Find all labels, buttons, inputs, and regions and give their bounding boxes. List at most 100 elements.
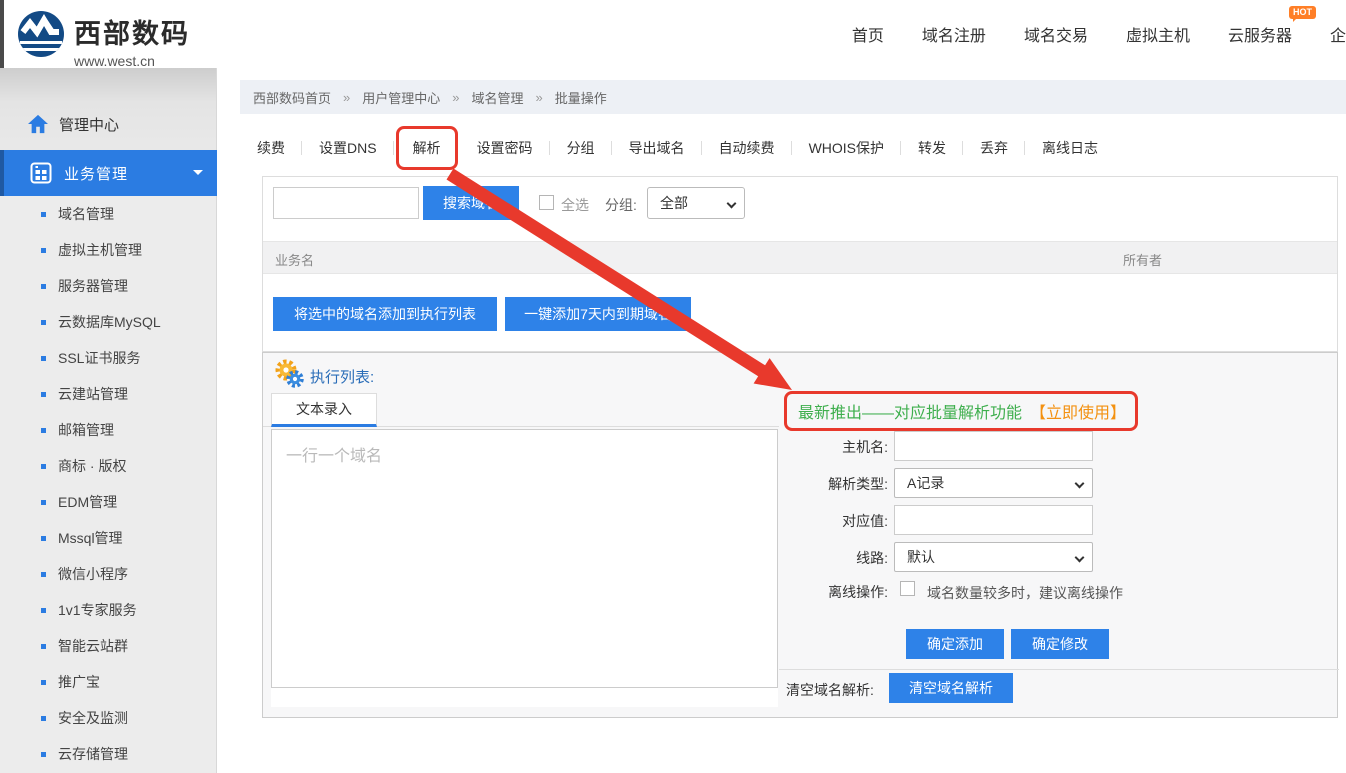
offline-label: 离线操作: — [778, 582, 888, 602]
sidebar-item-virtual-host[interactable]: 虚拟主机管理 — [0, 232, 217, 268]
bullet-dot — [41, 320, 46, 325]
host-input[interactable] — [894, 431, 1093, 461]
chevron-down-icon — [727, 199, 737, 209]
column-owner: 所有者 — [1123, 250, 1162, 269]
bullet-dot — [41, 752, 46, 757]
sidebar-item-security[interactable]: 安全及监测 — [0, 700, 217, 736]
sidebar-item-mysql[interactable]: 云数据库MySQL — [0, 304, 217, 340]
search-domain-button[interactable]: 搜索域名 — [423, 186, 519, 220]
apps-grid-icon — [30, 162, 52, 184]
domain-list-panel: 搜索域名 全选 分组: 全部 业务名 所有者 将选中的域名添加到执行列表 一键添… — [262, 176, 1338, 352]
tab-group[interactable]: 分组 — [550, 124, 612, 172]
tab-text-entry[interactable]: 文本录入 — [271, 393, 377, 427]
tab-discard[interactable]: 丢弃 — [963, 124, 1025, 172]
search-input[interactable] — [273, 187, 419, 219]
chevron-down-icon — [1075, 553, 1085, 563]
group-select[interactable]: 全部 — [647, 187, 745, 219]
sidebar-item-domain[interactable]: 域名管理 — [0, 196, 217, 232]
breadcrumb-home[interactable]: 西部数码首页 — [253, 88, 331, 107]
tab-auto-renew[interactable]: 自动续费 — [702, 124, 792, 172]
confirm-modify-button[interactable]: 确定修改 — [1011, 629, 1109, 659]
promo-use-now-link[interactable]: 【立即使用】 — [1030, 399, 1126, 423]
column-business-name: 业务名 — [275, 250, 314, 269]
bullet-dot — [41, 212, 46, 217]
line-select[interactable]: 默认 — [894, 542, 1093, 572]
record-type-select[interactable]: A记录 — [894, 468, 1093, 498]
breadcrumb-separator: » — [452, 90, 459, 105]
execution-panel: 执行列表: 文本录入 最新推出——对应批量解析功能 【立即使用】 主机名: 解析… — [262, 352, 1338, 718]
tab-forward[interactable]: 转发 — [901, 124, 963, 172]
hot-badge: HOT — [1289, 6, 1316, 19]
bullet-dot — [41, 464, 46, 469]
bullet-dot — [41, 284, 46, 289]
gears-icon — [275, 359, 305, 389]
clear-resolution-button[interactable]: 清空域名解析 — [889, 673, 1013, 703]
bullet-dot — [41, 428, 46, 433]
bullet-dot — [41, 356, 46, 361]
nav-domain-register[interactable]: 域名注册 — [922, 22, 986, 46]
tab-offline-log[interactable]: 离线日志 — [1025, 124, 1115, 172]
offline-note: 域名数量较多时，建议离线操作 — [927, 583, 1123, 603]
nav-virtual-host[interactable]: 虚拟主机 — [1126, 22, 1190, 46]
breadcrumb: 西部数码首页 » 用户管理中心 » 域名管理 » 批量操作 — [240, 80, 1346, 114]
offline-checkbox[interactable] — [900, 581, 915, 596]
promo-banner-highlighted: 最新推出——对应批量解析功能 【立即使用】 — [784, 391, 1138, 431]
domain-list-textarea[interactable] — [271, 429, 778, 688]
sidebar-home-label: 管理中心 — [59, 114, 119, 135]
chevron-down-icon — [193, 170, 203, 180]
group-filter-label: 分组: — [605, 195, 637, 215]
sidebar-item-smart-cloud[interactable]: 智能云站群 — [0, 628, 217, 664]
brand-block: 西部数码 www.west.cn — [74, 12, 190, 69]
nav-domain-trade[interactable]: 域名交易 — [1024, 22, 1088, 46]
sidebar-item-server[interactable]: 服务器管理 — [0, 268, 217, 304]
edge-strip — [0, 0, 4, 68]
bullet-dot — [41, 572, 46, 577]
tab-resolve-highlighted[interactable]: 解析 — [396, 126, 458, 170]
nav-cloud-server[interactable]: 云服务器HOT — [1228, 22, 1292, 46]
host-label: 主机名: — [778, 437, 888, 457]
nav-home[interactable]: 首页 — [852, 22, 884, 46]
sidebar-item-cloud-storage[interactable]: 云存储管理 — [0, 736, 217, 772]
bullet-dot — [41, 680, 46, 685]
page: 西部数码 www.west.cn 首页 域名注册 域名交易 虚拟主机 云服务器H… — [0, 0, 1346, 773]
line-label: 线路: — [778, 548, 888, 568]
tab-set-dns[interactable]: 设置DNS — [302, 124, 394, 172]
sidebar-item-promotion[interactable]: 推广宝 — [0, 664, 217, 700]
chevron-down-icon — [1075, 479, 1085, 489]
add-expiring-7days-button[interactable]: 一键添加7天内到期域名 — [505, 297, 691, 331]
sidebar-menu: 域名管理 虚拟主机管理 服务器管理 云数据库MySQL SSL证书服务 云建站管… — [0, 196, 217, 772]
nav-enterprise-cut[interactable]: 企 — [1330, 22, 1346, 46]
sidebar-item-expert[interactable]: 1v1专家服务 — [0, 592, 217, 628]
breadcrumb-domain-mgmt[interactable]: 域名管理 — [472, 88, 524, 107]
sidebar-item-ssl[interactable]: SSL证书服务 — [0, 340, 217, 376]
table-header-row: 业务名 所有者 — [263, 241, 1337, 274]
tab-renew[interactable]: 续费 — [240, 124, 302, 172]
clear-section-divider — [779, 669, 1339, 670]
home-icon — [27, 114, 49, 134]
sidebar-item-management-center[interactable]: 管理中心 — [0, 106, 217, 142]
top-nav: 首页 域名注册 域名交易 虚拟主机 云服务器HOT 企 — [852, 0, 1346, 68]
tab-whois-protect[interactable]: WHOIS保护 — [792, 124, 901, 172]
sidebar-item-mssql[interactable]: Mssql管理 — [0, 520, 217, 556]
exec-tabstrip: 文本录入 — [263, 393, 779, 427]
breadcrumb-user-center[interactable]: 用户管理中心 — [362, 88, 440, 107]
sidebar-item-wechat-mini[interactable]: 微信小程序 — [0, 556, 217, 592]
add-selected-to-list-button[interactable]: 将选中的域名添加到执行列表 — [273, 297, 497, 331]
confirm-add-button[interactable]: 确定添加 — [906, 629, 1004, 659]
tab-set-password[interactable]: 设置密码 — [460, 124, 550, 172]
sidebar-item-trademark[interactable]: 商标 · 版权 — [0, 448, 217, 484]
tab-export-domains[interactable]: 导出域名 — [612, 124, 702, 172]
select-all-checkbox[interactable] — [539, 195, 554, 210]
bullet-dot — [41, 500, 46, 505]
record-value-input[interactable] — [894, 505, 1093, 535]
batch-tabs: 续费 设置DNS 解析 设置密码 分组 导出域名 自动续费 WHOIS保护 转发… — [240, 124, 1115, 172]
brand-url: www.west.cn — [74, 53, 190, 69]
west-logo-icon[interactable] — [16, 8, 66, 60]
line-value: 默认 — [907, 547, 935, 567]
sidebar-section-label: 业务管理 — [64, 163, 128, 184]
sidebar-section-business[interactable]: 业务管理 — [0, 150, 217, 196]
sidebar-item-edm[interactable]: EDM管理 — [0, 484, 217, 520]
bullet-dot — [41, 392, 46, 397]
sidebar-item-cloud-site[interactable]: 云建站管理 — [0, 376, 217, 412]
sidebar-item-mailbox[interactable]: 邮箱管理 — [0, 412, 217, 448]
